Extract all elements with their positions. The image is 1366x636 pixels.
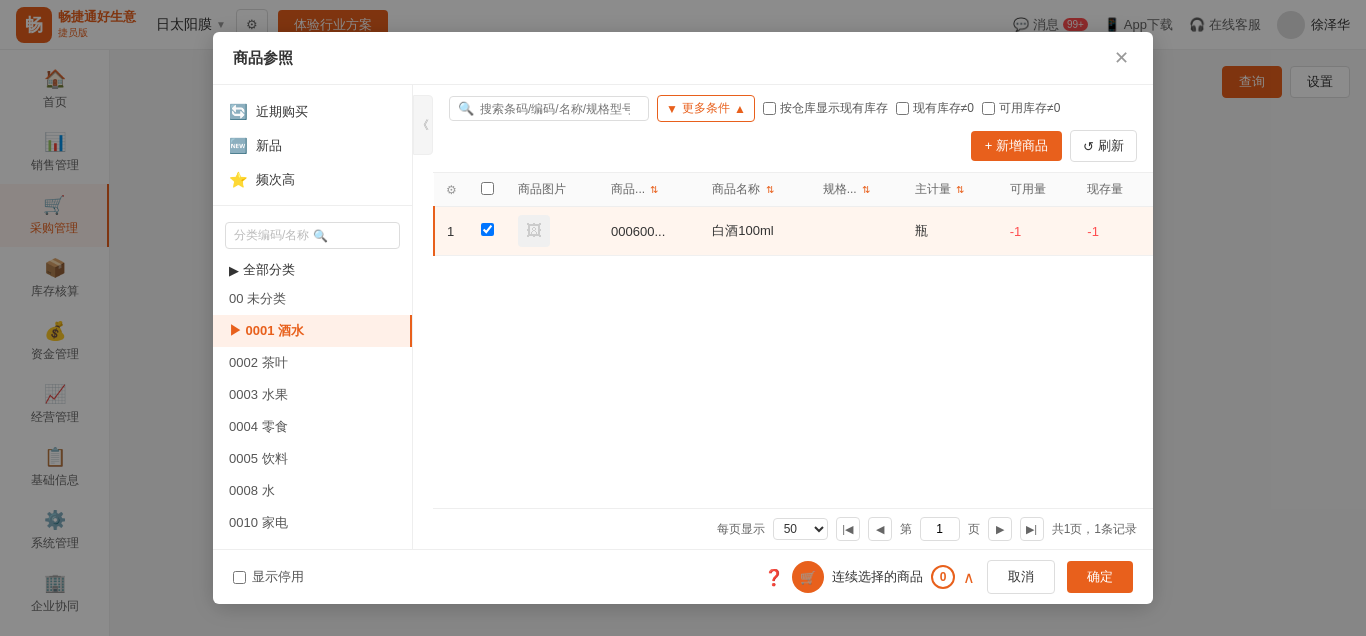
product-reference-modal: 商品参照 ✕ 🔄 近期购买 🆕 新品 ⭐ 频次高 [213,32,1153,604]
category-item-0003[interactable]: 0003 水果 [213,379,412,411]
divider [213,205,412,206]
first-page-button[interactable]: |◀ [836,517,860,541]
col-unit[interactable]: 主计量 ⇅ [903,173,998,207]
cancel-button[interactable]: 取消 [987,560,1055,594]
checkbox-by-warehouse[interactable]: 按仓库显示现有库存 [763,100,888,117]
show-disabled-checkbox[interactable]: 显示停用 [233,568,304,586]
new-icon: 🆕 [229,137,248,155]
product-table: ⚙ 商品图片 商品... ⇅ [433,173,1153,508]
filter-icon: ▼ [666,102,678,116]
col-image: 商品图片 [506,173,599,207]
recent-icon: 🔄 [229,103,248,121]
modal-overlay: 商品参照 ✕ 🔄 近期购买 🆕 新品 ⭐ 频次高 [0,0,1366,636]
confirm-button[interactable]: 确定 [1067,561,1133,593]
col-settings-icon: ⚙ [446,183,457,197]
cart-area: ❓ 🛒 连续选择的商品 0 ∧ [764,561,975,593]
refresh-button[interactable]: ↺ 刷新 [1070,130,1137,162]
row-checkbox[interactable] [469,207,506,256]
modal-toolbar: 🔍 ▼ 更多条件 ▲ 按仓库显示现有库存 现有库存≠0 [433,85,1153,173]
new-product-item[interactable]: 🆕 新品 [213,129,412,163]
product-thumbnail: 🖼 [518,215,550,247]
frequency-high-item[interactable]: ⭐ 频次高 [213,163,412,197]
col-settings[interactable]: ⚙ [434,173,469,207]
category-item-0005[interactable]: 0005 饮料 [213,443,412,475]
row-available: -1 [998,207,1076,256]
category-item-0001[interactable]: ▶ 0001 酒水 [213,315,412,347]
table-row[interactable]: 1 🖼 000600... 白酒100ml 瓶 [434,207,1153,256]
row-unit: 瓶 [903,207,998,256]
filter-button[interactable]: ▼ 更多条件 ▲ [657,95,755,122]
row-stock: -1 [1075,207,1153,256]
modal-footer: 显示停用 ❓ 🛒 连续选择的商品 0 ∧ 取消 确定 [213,549,1153,604]
page-number-input[interactable] [920,517,960,541]
category-item-00[interactable]: 00 未分类 [213,283,412,315]
sort-icon-spec: ⇅ [862,184,870,195]
search-input[interactable] [480,102,630,116]
col-code[interactable]: 商品... ⇅ [599,173,700,207]
row-code: 000600... [599,207,700,256]
modal-title: 商品参照 [233,49,293,68]
refresh-icon: ↺ [1083,139,1094,154]
modal-right-panel: 🔍 ▼ 更多条件 ▲ 按仓库显示现有库存 现有库存≠0 [433,85,1153,549]
col-stock: 现存量 [1075,173,1153,207]
row-image: 🖼 [506,207,599,256]
search-icon: 🔍 [313,229,328,243]
close-button[interactable]: ✕ [1109,46,1133,70]
add-product-button[interactable]: + 新增商品 [971,131,1062,161]
next-page-button[interactable]: ▶ [988,517,1012,541]
collapse-cart-button[interactable]: ∧ [963,568,975,587]
category-search[interactable]: 分类编码/名称 🔍 [225,222,400,249]
col-checkbox [469,173,506,207]
checkbox-available-not-zero[interactable]: 现有库存≠0 [896,100,974,117]
chevron-up-icon: ▲ [734,102,746,116]
category-item-0004[interactable]: 0004 零食 [213,411,412,443]
row-no: 1 [434,207,469,256]
row-spec [811,207,903,256]
col-spec[interactable]: 规格... ⇅ [811,173,903,207]
modal-body: 🔄 近期购买 🆕 新品 ⭐ 频次高 分类编码/名称 🔍 ▶ [213,85,1153,549]
cart-button[interactable]: 🛒 [792,561,824,593]
category-item-0002[interactable]: 0002 茶叶 [213,347,412,379]
category-item-0008[interactable]: 0008 水 [213,475,412,507]
pagination: 每页显示 50 100 |◀ ◀ 第 页 ▶ ▶| 共1页，1条记录 [433,508,1153,549]
collapse-panel-button[interactable]: 《 [413,95,433,155]
search-bar[interactable]: 🔍 [449,96,649,121]
cart-count-badge: 0 [931,565,955,589]
sort-icon-name: ⇅ [766,184,774,195]
sort-icon-code: ⇅ [650,184,658,195]
frequency-icon: ⭐ [229,171,248,189]
per-page-select[interactable]: 50 100 [773,518,828,540]
checkbox-usable-not-zero[interactable]: 可用库存≠0 [982,100,1060,117]
sort-icon-unit: ⇅ [956,184,964,195]
col-name[interactable]: 商品名称 ⇅ [700,173,810,207]
search-bar-icon: 🔍 [458,101,474,116]
all-categories-label[interactable]: ▶ 全部分类 [213,257,412,283]
prev-page-button[interactable]: ◀ [868,517,892,541]
modal-header: 商品参照 ✕ [213,32,1153,85]
modal-left-panel: 🔄 近期购买 🆕 新品 ⭐ 频次高 分类编码/名称 🔍 ▶ [213,85,413,549]
select-all-checkbox[interactable] [481,182,494,195]
recent-buy-item[interactable]: 🔄 近期购买 [213,95,412,129]
last-page-button[interactable]: ▶| [1020,517,1044,541]
col-available: 可用量 [998,173,1076,207]
category-item-0010[interactable]: 0010 家电 [213,507,412,539]
help-icon[interactable]: ❓ [764,568,784,587]
row-name: 白酒100ml [700,207,810,256]
